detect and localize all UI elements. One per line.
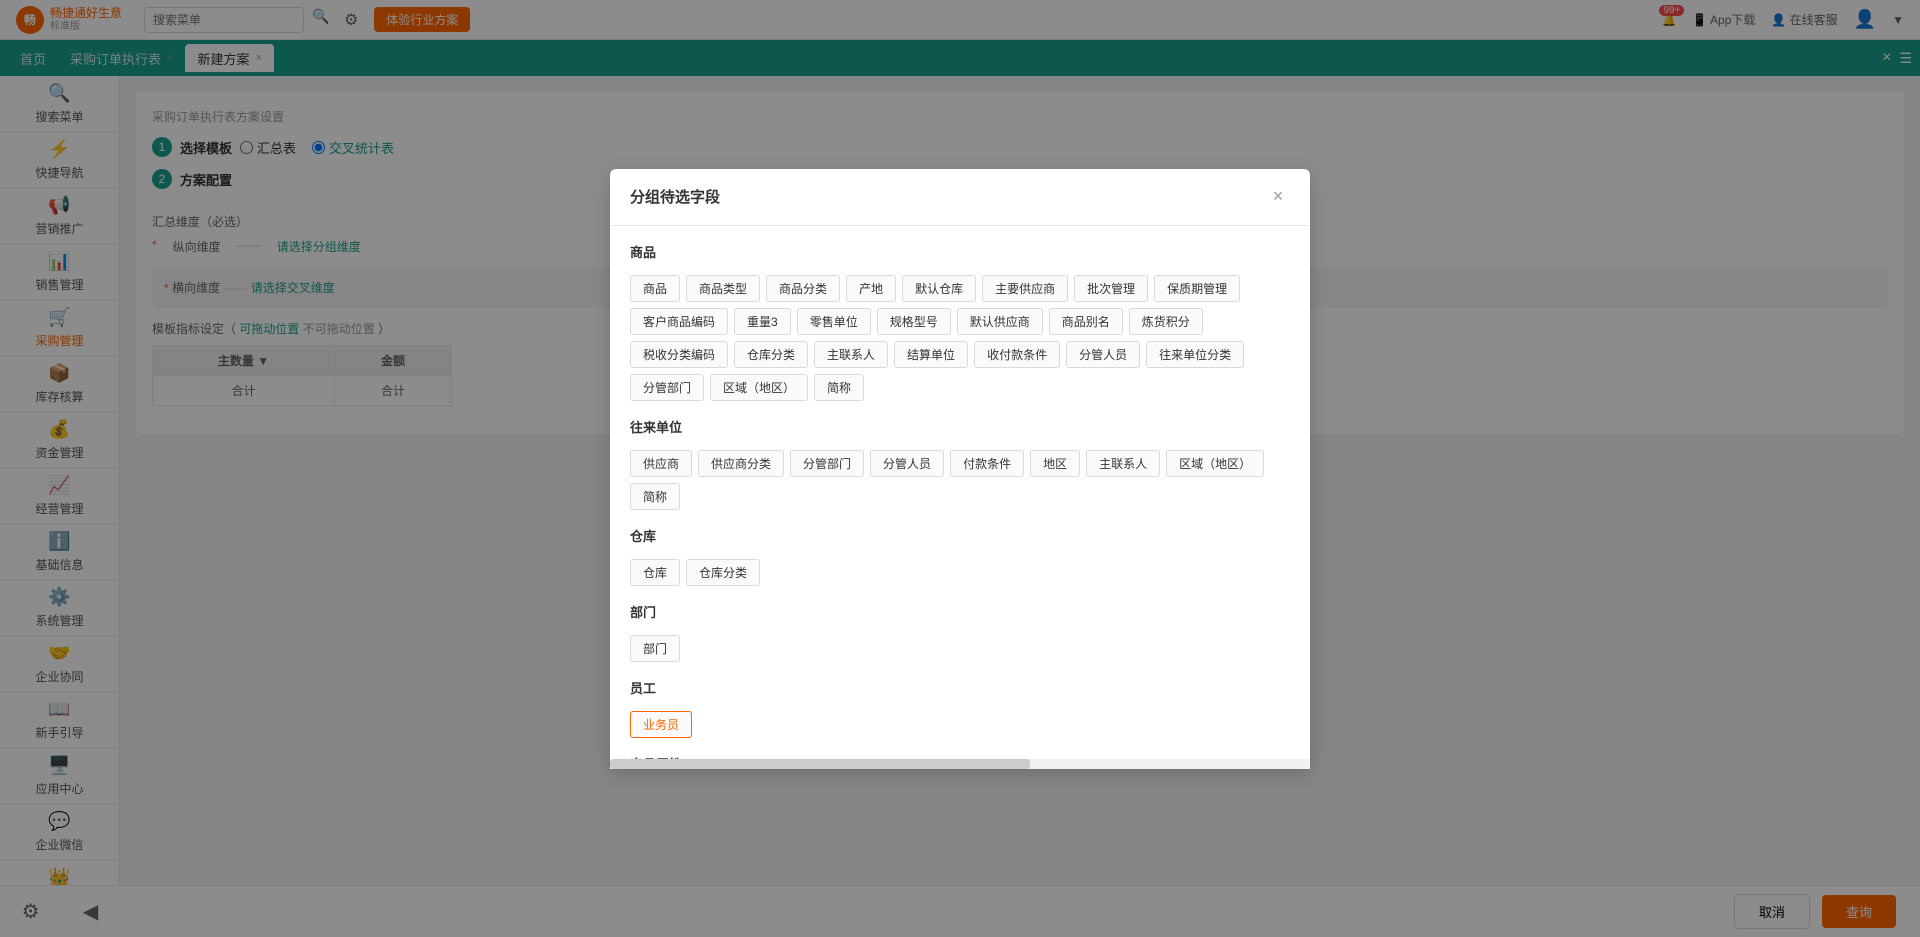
field-tag-supervisor[interactable]: 分管人员: [1066, 341, 1140, 368]
section-counterparty: 往来单位 供应商 供应商分类 分管部门 分管人员 付款条件 地区 主联系人 区域…: [630, 417, 1290, 510]
section-goods: 商品 商品 商品类型 商品分类 产地 默认仓库 主要供应商 批次管理 保质期管理…: [630, 242, 1290, 401]
field-tag-mgmt-dept[interactable]: 分管部门: [790, 450, 864, 477]
field-tag-default-supplier[interactable]: 默认供应商: [957, 308, 1043, 335]
modal-header: 分组待选字段 ×: [610, 169, 1310, 226]
counterparty-field-tags: 供应商 供应商分类 分管部门 分管人员 付款条件 地区 主联系人 区域（地区） …: [630, 450, 1290, 510]
field-tag-goods-type[interactable]: 商品类型: [686, 275, 760, 302]
modal-overlay: 分组待选字段 × 商品 商品 商品类型 商品分类 产地 默认仓库 主要供应商 批…: [0, 0, 1920, 937]
section-employee: 员工 业务员: [630, 678, 1290, 738]
field-tag-retail-unit[interactable]: 零售单位: [797, 308, 871, 335]
modal-horizontal-scrollbar[interactable]: [610, 759, 1310, 769]
field-tag-goods-alias[interactable]: 商品别名: [1049, 308, 1123, 335]
field-tag-default-warehouse[interactable]: 默认仓库: [902, 275, 976, 302]
field-tag-area[interactable]: 地区: [1030, 450, 1080, 477]
field-tag-goods[interactable]: 商品: [630, 275, 680, 302]
warehouse-field-tags: 仓库 仓库分类: [630, 559, 1290, 586]
section-department: 部门 部门: [630, 602, 1290, 662]
field-tag-supplier-category[interactable]: 供应商分类: [698, 450, 784, 477]
field-tag-region-cp[interactable]: 区域（地区）: [1166, 450, 1264, 477]
modal-title: 分组待选字段: [630, 186, 720, 207]
department-field-tags: 部门: [630, 635, 1290, 662]
field-tag-spec-model[interactable]: 规格型号: [877, 308, 951, 335]
field-tag-weight3[interactable]: 重量3: [734, 308, 791, 335]
section-counterparty-title: 往来单位: [630, 417, 1290, 440]
field-tag-main-contact[interactable]: 主联系人: [814, 341, 888, 368]
field-tag-settlement-unit[interactable]: 结算单位: [894, 341, 968, 368]
field-tag-expiry-mgmt[interactable]: 保质期管理: [1154, 275, 1240, 302]
field-tag-customer-code[interactable]: 客户商品编码: [630, 308, 728, 335]
field-tag-batch-mgmt[interactable]: 批次管理: [1074, 275, 1148, 302]
field-tag-smelt-points[interactable]: 炼货积分: [1129, 308, 1203, 335]
employee-field-tags: 业务员: [630, 711, 1290, 738]
field-tag-main-supplier[interactable]: 主要供应商: [982, 275, 1068, 302]
field-selection-modal: 分组待选字段 × 商品 商品 商品类型 商品分类 产地 默认仓库 主要供应商 批…: [610, 169, 1310, 769]
section-goods-title: 商品: [630, 242, 1290, 265]
field-tag-warehouse[interactable]: 仓库: [630, 559, 680, 586]
section-warehouse-title: 仓库: [630, 526, 1290, 549]
goods-field-tags: 商品 商品类型 商品分类 产地 默认仓库 主要供应商 批次管理 保质期管理 客户…: [630, 275, 1290, 401]
field-tag-supplier[interactable]: 供应商: [630, 450, 692, 477]
field-tag-short-name-cp[interactable]: 简称: [630, 483, 680, 510]
field-tag-main-contact-cp[interactable]: 主联系人: [1086, 450, 1160, 477]
field-tag-region[interactable]: 区域（地区）: [710, 374, 808, 401]
hscroll-thumb: [610, 759, 1030, 769]
section-department-title: 部门: [630, 602, 1290, 625]
field-tag-department[interactable]: 部门: [630, 635, 680, 662]
field-tag-warehouse-cat[interactable]: 仓库分类: [686, 559, 760, 586]
field-tag-warehouse-category[interactable]: 仓库分类: [734, 341, 808, 368]
modal-body: 商品 商品 商品类型 商品分类 产地 默认仓库 主要供应商 批次管理 保质期管理…: [610, 226, 1310, 759]
field-tag-salesperson[interactable]: 业务员: [630, 711, 692, 738]
field-tag-dept[interactable]: 分管部门: [630, 374, 704, 401]
field-tag-counterparty-category[interactable]: 往来单位分类: [1146, 341, 1244, 368]
field-tag-origin[interactable]: 产地: [846, 275, 896, 302]
modal-close-button[interactable]: ×: [1266, 185, 1290, 209]
section-employee-title: 员工: [630, 678, 1290, 701]
field-tag-goods-category[interactable]: 商品分类: [766, 275, 840, 302]
field-tag-pay-condition[interactable]: 付款条件: [950, 450, 1024, 477]
field-tag-payment-terms[interactable]: 收付款条件: [974, 341, 1060, 368]
section-warehouse: 仓库 仓库 仓库分类: [630, 526, 1290, 586]
field-tag-short-name[interactable]: 简称: [814, 374, 864, 401]
field-tag-tax-code[interactable]: 税收分类编码: [630, 341, 728, 368]
field-tag-mgmt-person[interactable]: 分管人员: [870, 450, 944, 477]
